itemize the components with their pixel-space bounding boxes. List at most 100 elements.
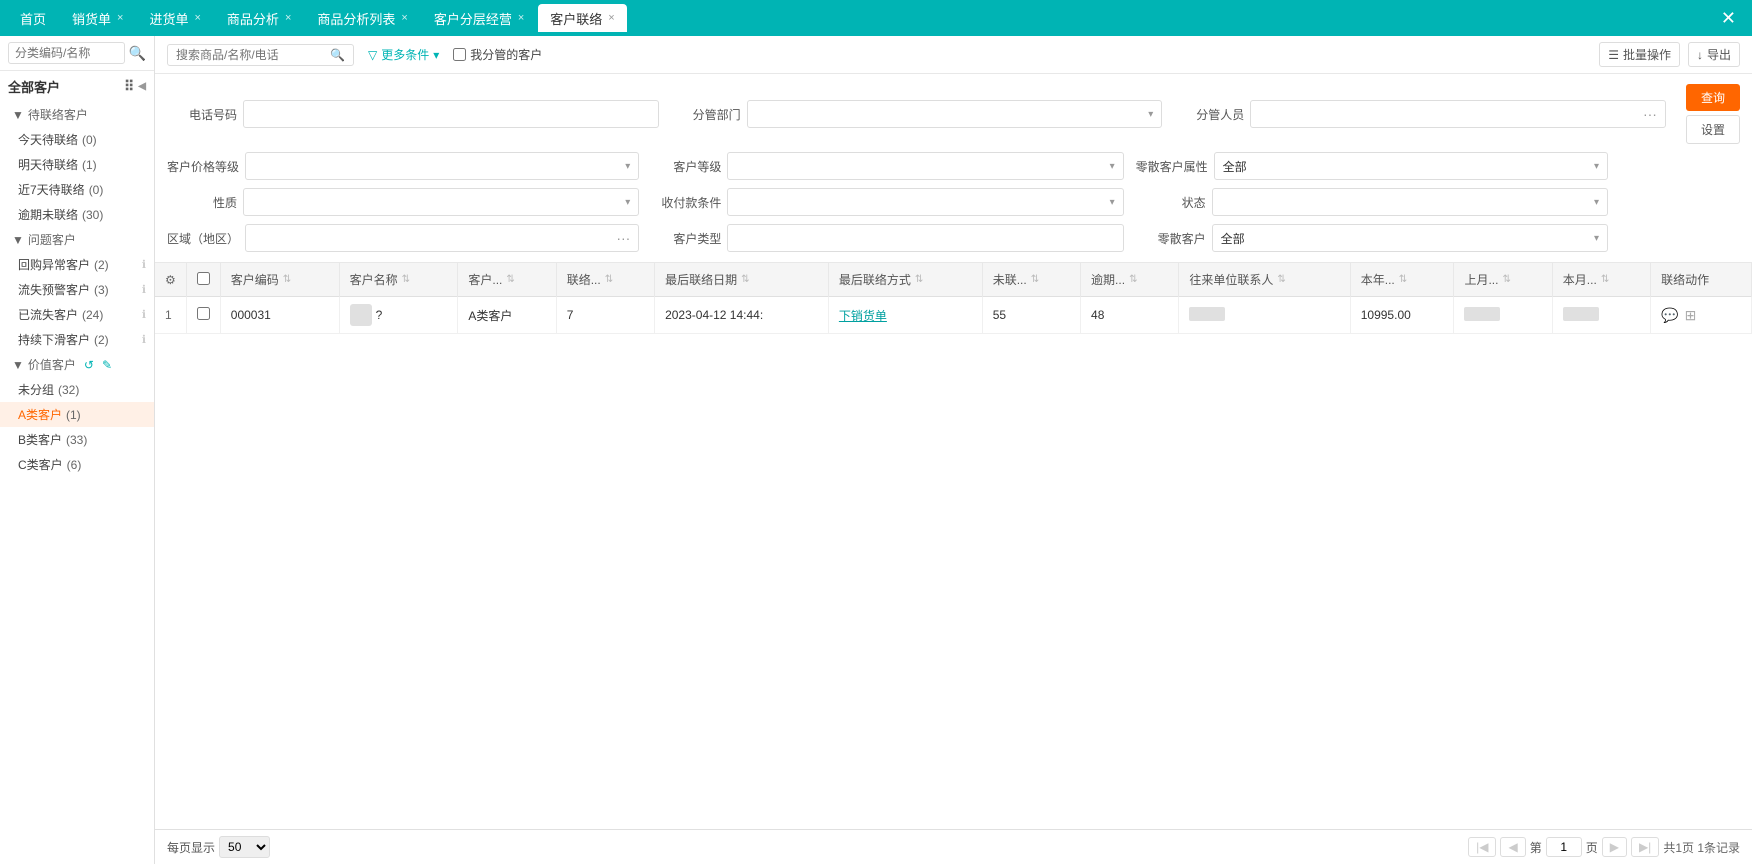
settings-button[interactable]: 设置 — [1686, 115, 1740, 144]
tab-close-icon-4[interactable]: × — [401, 12, 407, 24]
first-page-button[interactable]: |◀ — [1468, 837, 1496, 857]
total-records: 共1页 1条记录 — [1663, 839, 1740, 856]
filter-row-4: 区域（地区） ··· 客户类型 零散客户 全部▾ — [167, 224, 1740, 252]
sidebar-item-class-c[interactable]: C类客户 (6) — [0, 452, 154, 477]
name-col-header: 客户名称⇅ — [339, 263, 458, 297]
nav-tab-1[interactable]: 销货单× — [60, 4, 135, 32]
tab-close-icon-2[interactable]: × — [194, 12, 200, 24]
filter-row-2: 客户价格等级 ▾ 客户等级 ▾ 零散客户属性 全部▾ — [167, 152, 1740, 180]
code-col-header: 客户编码⇅ — [220, 263, 339, 297]
nav-tab-5[interactable]: 客户分层经营× — [422, 4, 536, 32]
sidebar-item-lost[interactable]: 已流失客户 (24) ℹ — [0, 302, 154, 327]
sort-icon-12[interactable]: ⇅ — [1601, 274, 1609, 285]
query-button[interactable]: 查询 — [1686, 84, 1740, 111]
my-customers-checkbox[interactable] — [453, 48, 466, 61]
phone-field: 电话号码 — [167, 100, 659, 128]
category-search-input[interactable] — [8, 42, 125, 64]
dept-field: 分管部门 ▾ — [671, 100, 1163, 128]
phone-input[interactable] — [243, 100, 659, 128]
last-month-placeholder — [1464, 307, 1500, 321]
batch-ops-button[interactable]: ☰ 批量操作 — [1599, 42, 1680, 67]
sidebar-item-unclassified[interactable]: 未分组 (32) — [0, 377, 154, 402]
sidebar-group-problem[interactable]: ▼ 问题客户 — [0, 227, 154, 252]
sidebar-item-today-pending[interactable]: 今天待联络 (0) — [0, 127, 154, 152]
filter-row-1: 电话号码 分管部门 ▾ 分管人员 ··· 查询 设置 — [167, 84, 1740, 144]
sort-icon-7[interactable]: ⇅ — [1031, 274, 1039, 285]
tab-close-icon-3[interactable]: × — [285, 12, 291, 24]
payment-select[interactable]: ▾ — [727, 188, 1123, 216]
next-page-button[interactable]: ▶ — [1602, 837, 1627, 857]
last-month-col-header: 上月...⇅ — [1454, 263, 1552, 297]
all-customers-label: 全部客户 — [8, 77, 60, 96]
gear-icon[interactable]: ⚙ — [165, 273, 176, 287]
page-size-select[interactable]: 10 20 50 100 — [219, 836, 270, 858]
sort-icon-3[interactable]: ⇅ — [506, 274, 514, 285]
collapse-icon[interactable]: ◀ — [138, 81, 146, 92]
action-buttons: 查询 设置 — [1686, 84, 1740, 144]
select-all-checkbox[interactable] — [197, 272, 210, 285]
sidebar-item-class-b[interactable]: B类客户 (33) — [0, 427, 154, 452]
sidebar-item-churn-warning[interactable]: 流失预警客户 (3) ℹ — [0, 277, 154, 302]
sidebar-group-value[interactable]: ▼ 价值客户 ↺ ✎ — [0, 352, 154, 377]
sidebar-item-repurchase-abnormal[interactable]: 回购异常客户 (2) ℹ — [0, 252, 154, 277]
manager-input[interactable]: ··· — [1250, 100, 1666, 128]
customer-level-select[interactable]: ▾ — [727, 152, 1123, 180]
export-button[interactable]: ↓ 导出 — [1688, 42, 1740, 67]
nav-tab-3[interactable]: 商品分析× — [215, 4, 303, 32]
region-input[interactable]: ··· — [245, 224, 639, 252]
status-select[interactable]: ▾ — [1212, 188, 1608, 216]
price-level-select[interactable]: ▾ — [245, 152, 639, 180]
nav-tab-0[interactable]: 首页 — [8, 4, 58, 32]
payment-field: 收付款条件 ▾ — [651, 188, 1123, 216]
sort-icon-8[interactable]: ⇅ — [1129, 274, 1137, 285]
sort-icon-10[interactable]: ⇅ — [1399, 274, 1407, 285]
more-conditions-button[interactable]: ▽ 更多条件 ▾ — [362, 43, 445, 66]
sidebar-item-declining[interactable]: 持续下滑客户 (2) ℹ — [0, 327, 154, 352]
filter-bar: 🔍 ▽ 更多条件 ▾ 我分管的客户 ☰ 批量操作 ↓ 导出 — [155, 36, 1752, 74]
caret-down-icon: ▾ — [433, 48, 439, 62]
main-search-box[interactable]: 🔍 — [167, 44, 354, 66]
bottom-bar: 每页显示 10 20 50 100 |◀ ◀ 第 页 ▶ ▶| 共1页 1条记录 — [155, 829, 1752, 864]
retail-customer-select[interactable]: 全部▾ — [1212, 224, 1608, 252]
chat-action-icon[interactable]: 💬 — [1661, 307, 1678, 324]
sort-icon-6[interactable]: ⇅ — [915, 274, 923, 285]
sidebar-menu-icon[interactable]: ⠿ — [124, 78, 134, 95]
sort-icon[interactable]: ⇅ — [283, 274, 291, 285]
sidebar-item-tomorrow-pending[interactable]: 明天待联络 (1) — [0, 152, 154, 177]
window-close-button[interactable]: ✕ — [1713, 8, 1744, 29]
last-page-button[interactable]: ▶| — [1631, 837, 1659, 857]
prev-page-button[interactable]: ◀ — [1500, 837, 1525, 857]
filter-row-3: 性质 ▾ 收付款条件 ▾ 状态 ▾ — [167, 188, 1740, 216]
manager-label: 分管人员 — [1174, 106, 1244, 123]
sort-icon-5[interactable]: ⇅ — [741, 274, 749, 285]
sort-icon-2[interactable]: ⇅ — [402, 274, 410, 285]
edit-icon[interactable]: ✎ — [102, 358, 112, 372]
dept-select[interactable]: ▾ — [747, 100, 1163, 128]
sidebar-group-pending[interactable]: ▼ 待联络客户 — [0, 102, 154, 127]
nature-select[interactable]: ▾ — [243, 188, 639, 216]
retail-attr-select[interactable]: 全部▾ — [1214, 152, 1608, 180]
sidebar-item-class-a[interactable]: A类客户 (1) — [0, 402, 154, 427]
row-checkbox[interactable] — [197, 307, 210, 320]
sidebar-item-7days-pending[interactable]: 近7天待联络 (0) — [0, 177, 154, 202]
sort-icon-11[interactable]: ⇅ — [1502, 274, 1510, 285]
tab-close-icon-5[interactable]: × — [518, 12, 524, 24]
search-icon[interactable]: 🔍 — [129, 45, 146, 62]
last-date-cell: 2023-04-12 14:44: — [655, 297, 829, 334]
nav-tab-4[interactable]: 商品分析列表× — [305, 4, 419, 32]
sort-icon-9[interactable]: ⇅ — [1277, 274, 1285, 285]
customer-type-input[interactable] — [727, 224, 1123, 252]
sort-icon-4[interactable]: ⇅ — [605, 274, 613, 285]
main-search-input[interactable] — [176, 48, 326, 62]
sidebar-item-overdue-contact[interactable]: 逾期未联络 (30) — [0, 202, 154, 227]
grid-action-icon[interactable]: ⊞ — [1685, 307, 1697, 324]
my-customers-checkbox-area[interactable]: 我分管的客户 — [453, 46, 542, 63]
nav-tab-2[interactable]: 进货单× — [137, 4, 212, 32]
refresh-icon[interactable]: ↺ — [84, 358, 94, 372]
page-number-input[interactable] — [1546, 837, 1582, 857]
tab-close-icon-6[interactable]: × — [608, 12, 614, 24]
nav-tab-6[interactable]: 客户联络× — [538, 4, 626, 32]
all-customers-header[interactable]: 全部客户 ⠿ ◀ — [0, 71, 154, 102]
tab-close-icon-1[interactable]: × — [117, 12, 123, 24]
row-check-cell — [186, 297, 220, 334]
